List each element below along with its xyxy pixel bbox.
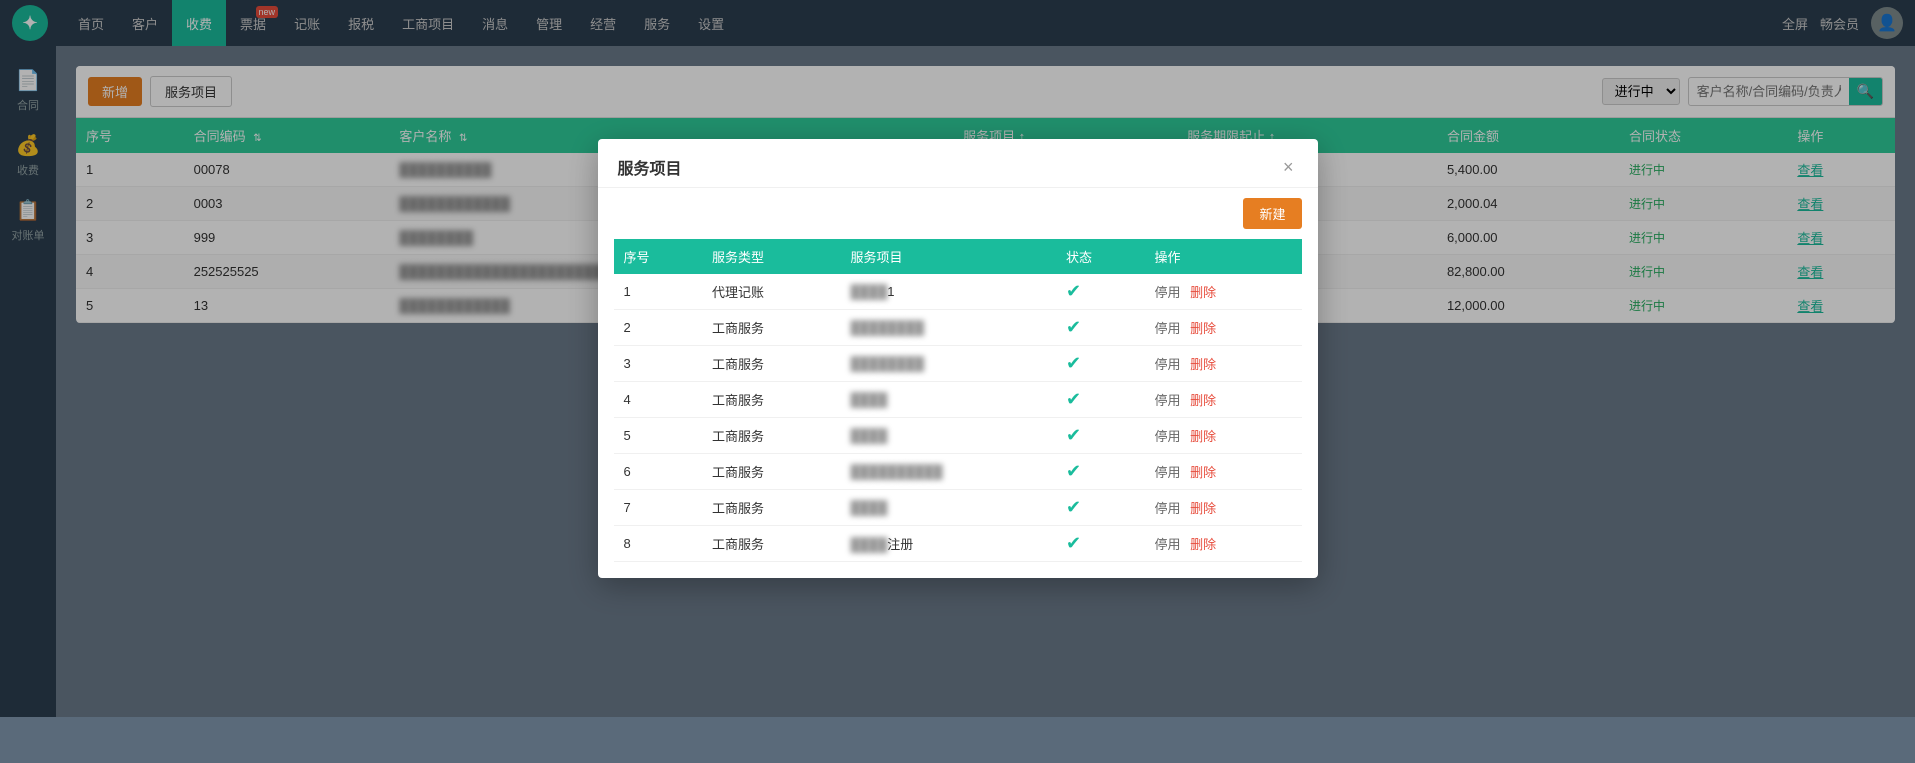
modal-cell-status: ✔ xyxy=(1056,274,1144,310)
disable-button[interactable]: 停用 xyxy=(1154,537,1180,552)
modal-toolbar: 新建 xyxy=(598,188,1318,239)
modal-table-header: 序号 服务类型 服务项目 状态 操作 xyxy=(614,239,1302,274)
disable-button[interactable]: 停用 xyxy=(1154,465,1180,480)
modal-cell-action[interactable]: 停用 删除 xyxy=(1144,490,1301,526)
modal-cell-seq: 2 xyxy=(614,310,702,346)
modal-cell-type: 工商服务 xyxy=(702,382,840,418)
modal-cell-item: ████ xyxy=(840,490,1056,526)
modal-title: 服务项目 xyxy=(618,155,682,179)
modal-th-action: 操作 xyxy=(1144,239,1301,274)
modal-table-row: 3 工商服务 ████████ ✔ 停用 删除 xyxy=(614,346,1302,382)
modal-cell-status: ✔ xyxy=(1056,346,1144,382)
main-content: 新增 服务项目 进行中 已结束 全部 🔍 序号 合同编码 ⇅ xyxy=(56,46,1915,717)
modal-cell-type: 工商服务 xyxy=(702,526,840,562)
disable-button[interactable]: 停用 xyxy=(1154,285,1180,300)
modal-cell-item: ████ xyxy=(840,418,1056,454)
modal-table: 序号 服务类型 服务项目 状态 操作 1 代理记账 ████1 ✔ xyxy=(614,239,1302,562)
modal-th-seq: 序号 xyxy=(614,239,702,274)
modal-table-row: 8 工商服务 ████注册 ✔ 停用 删除 xyxy=(614,526,1302,562)
modal-cell-item: ██████████ xyxy=(840,454,1056,490)
disable-button[interactable]: 停用 xyxy=(1154,501,1180,516)
delete-button[interactable]: 删除 xyxy=(1190,285,1216,300)
delete-button[interactable]: 删除 xyxy=(1190,465,1216,480)
modal-table-row: 6 工商服务 ██████████ ✔ 停用 删除 xyxy=(614,454,1302,490)
delete-button[interactable]: 删除 xyxy=(1190,537,1216,552)
modal-cell-type: 工商服务 xyxy=(702,454,840,490)
modal-header: 服务项目 × xyxy=(598,139,1318,188)
modal-cell-action[interactable]: 停用 删除 xyxy=(1144,382,1301,418)
modal-table-row: 4 工商服务 ████ ✔ 停用 删除 xyxy=(614,382,1302,418)
disable-button[interactable]: 停用 xyxy=(1154,357,1180,372)
modal-cell-status: ✔ xyxy=(1056,454,1144,490)
modal-cell-item: ████████ xyxy=(840,346,1056,382)
delete-button[interactable]: 删除 xyxy=(1190,429,1216,444)
modal-cell-type: 工商服务 xyxy=(702,310,840,346)
disable-button[interactable]: 停用 xyxy=(1154,321,1180,336)
modal-th-item: 服务项目 xyxy=(840,239,1056,274)
modal-table-row: 5 工商服务 ████ ✔ 停用 删除 xyxy=(614,418,1302,454)
modal-cell-seq: 6 xyxy=(614,454,702,490)
modal-cell-seq: 3 xyxy=(614,346,702,382)
modal-cell-status: ✔ xyxy=(1056,418,1144,454)
modal-th-status: 状态 xyxy=(1056,239,1144,274)
modal-cell-seq: 4 xyxy=(614,382,702,418)
disable-button[interactable]: 停用 xyxy=(1154,393,1180,408)
modal-new-button[interactable]: 新建 xyxy=(1243,198,1301,229)
modal-cell-type: 工商服务 xyxy=(702,346,840,382)
modal-table-row: 2 工商服务 ████████ ✔ 停用 删除 xyxy=(614,310,1302,346)
modal-cell-status: ✔ xyxy=(1056,526,1144,562)
modal-cell-item: ████1 xyxy=(840,274,1056,310)
disable-button[interactable]: 停用 xyxy=(1154,429,1180,444)
modal-cell-action[interactable]: 停用 删除 xyxy=(1144,346,1301,382)
modal-cell-action[interactable]: 停用 删除 xyxy=(1144,418,1301,454)
modal-overlay[interactable]: 服务项目 × 新建 序号 服务类型 服务项目 状态 操作 xyxy=(0,0,1915,717)
modal-cell-status: ✔ xyxy=(1056,310,1144,346)
modal-cell-action[interactable]: 停用 删除 xyxy=(1144,454,1301,490)
delete-button[interactable]: 删除 xyxy=(1190,321,1216,336)
modal-cell-item: ████注册 xyxy=(840,526,1056,562)
modal-cell-item: ████ xyxy=(840,382,1056,418)
modal-cell-type: 工商服务 xyxy=(702,418,840,454)
modal-table-row: 1 代理记账 ████1 ✔ 停用 删除 xyxy=(614,274,1302,310)
modal-cell-type: 工商服务 xyxy=(702,490,840,526)
modal-close-button[interactable]: × xyxy=(1279,157,1298,178)
modal-cell-seq: 5 xyxy=(614,418,702,454)
modal-cell-status: ✔ xyxy=(1056,382,1144,418)
modal-cell-action[interactable]: 停用 删除 xyxy=(1144,274,1301,310)
modal-cell-seq: 7 xyxy=(614,490,702,526)
modal-table-wrap: 序号 服务类型 服务项目 状态 操作 1 代理记账 ████1 ✔ xyxy=(598,239,1318,578)
modal-cell-action[interactable]: 停用 删除 xyxy=(1144,526,1301,562)
modal-cell-status: ✔ xyxy=(1056,490,1144,526)
delete-button[interactable]: 删除 xyxy=(1190,357,1216,372)
delete-button[interactable]: 删除 xyxy=(1190,393,1216,408)
service-modal: 服务项目 × 新建 序号 服务类型 服务项目 状态 操作 xyxy=(598,139,1318,578)
modal-cell-action[interactable]: 停用 删除 xyxy=(1144,310,1301,346)
modal-cell-seq: 8 xyxy=(614,526,702,562)
modal-cell-seq: 1 xyxy=(614,274,702,310)
modal-table-row: 7 工商服务 ████ ✔ 停用 删除 xyxy=(614,490,1302,526)
delete-button[interactable]: 删除 xyxy=(1190,501,1216,516)
modal-cell-type: 代理记账 xyxy=(702,274,840,310)
modal-cell-item: ████████ xyxy=(840,310,1056,346)
modal-th-type: 服务类型 xyxy=(702,239,840,274)
